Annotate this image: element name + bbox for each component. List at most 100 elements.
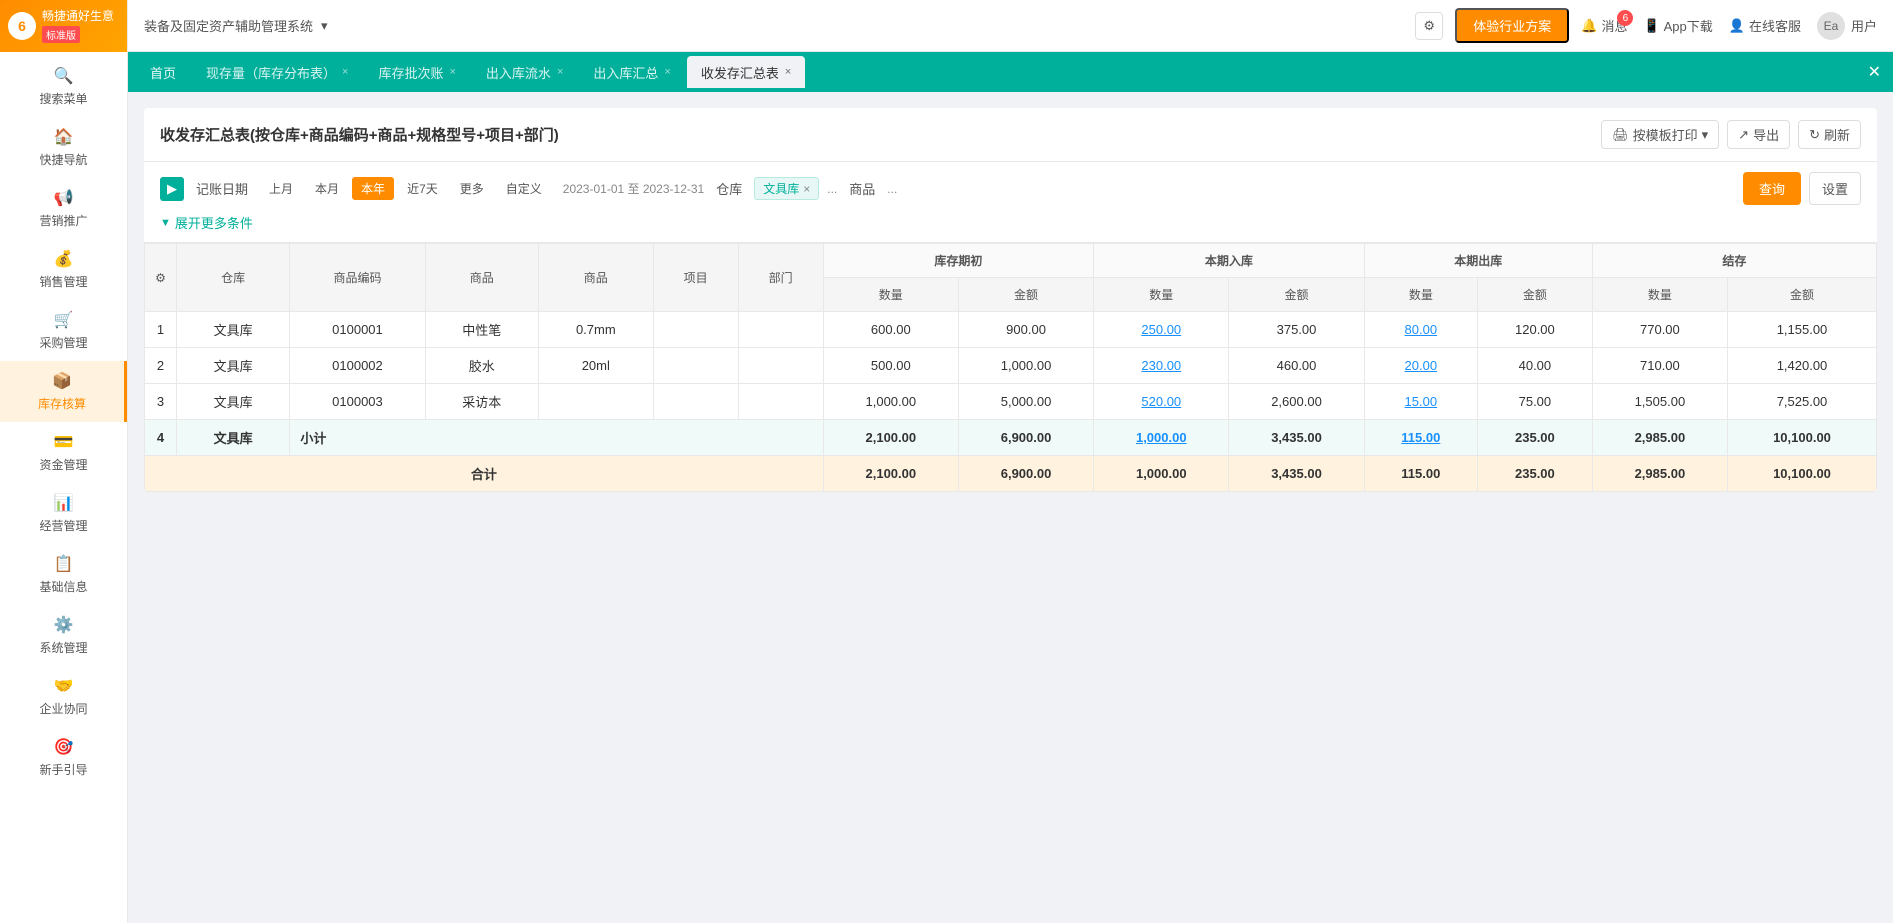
col-opening-amt: 金额 bbox=[958, 278, 1093, 312]
row1-out-amt: 120.00 bbox=[1478, 312, 1593, 348]
subtotal-warehouse: 文具库 bbox=[177, 420, 290, 456]
row2-out-qty[interactable]: 20.00 bbox=[1364, 348, 1477, 384]
filter-collapse-button[interactable]: ▶ bbox=[160, 177, 184, 201]
row3-out-amt: 75.00 bbox=[1478, 384, 1593, 420]
sidebar-item-purchase-label: 采购管理 bbox=[39, 334, 87, 351]
row3-in-qty[interactable]: 520.00 bbox=[1094, 384, 1229, 420]
row3-warehouse: 文具库 bbox=[177, 384, 290, 420]
page-title: 收发存汇总表(按仓库+商品编码+商品+规格型号+项目+部门) bbox=[160, 124, 559, 145]
row1-in-qty[interactable]: 250.00 bbox=[1094, 312, 1229, 348]
notifications-button[interactable]: 🔔 消息 6 bbox=[1581, 16, 1627, 35]
sidebar-item-enterprise[interactable]: 🤝 企业协同 bbox=[0, 666, 127, 727]
subtotal-out-qty[interactable]: 115.00 bbox=[1364, 420, 1477, 456]
date-btn-this-year[interactable]: 本年 bbox=[352, 177, 394, 200]
goods-more-btn[interactable]: ... bbox=[887, 182, 897, 196]
row1-close-qty: 770.00 bbox=[1592, 312, 1727, 348]
main-table: ⚙ 仓库 商品编码 商品 商品 项目 部门 库存期初 本期入库 本期出库 结存 … bbox=[144, 243, 1877, 492]
sidebar-item-enterprise-label: 企业协同 bbox=[39, 700, 87, 717]
row3-open-qty: 1,000.00 bbox=[823, 384, 958, 420]
warehouse-tag[interactable]: 文具库 × bbox=[754, 177, 819, 200]
tab-in-out-flow[interactable]: 出入库流水 × bbox=[472, 56, 577, 88]
sidebar-item-finance[interactable]: 💳 资金管理 bbox=[0, 422, 127, 483]
row1-in-amt: 375.00 bbox=[1229, 312, 1364, 348]
tab-home[interactable]: 首页 bbox=[136, 56, 190, 88]
warehouse-more-btn[interactable]: ... bbox=[827, 182, 837, 196]
subtotal-label: 小计 bbox=[290, 420, 823, 456]
filter-bar: ▶ 记账日期 上月 本月 本年 近7天 更多 自定义 2023-01-01 至 … bbox=[144, 162, 1877, 243]
finance-icon: 💳 bbox=[54, 432, 74, 452]
sidebar-item-inventory[interactable]: 📦 库存核算 bbox=[0, 361, 127, 422]
col-project-header: 项目 bbox=[653, 244, 738, 312]
tab-in-out-summary-close[interactable]: × bbox=[664, 66, 670, 78]
tab-stock-dist-close[interactable]: × bbox=[342, 66, 348, 78]
date-btn-last-month[interactable]: 上月 bbox=[260, 177, 302, 200]
gear-icon: ⚙ bbox=[1423, 18, 1435, 34]
tab-recv-send-summary-close[interactable]: × bbox=[785, 66, 791, 78]
export-button[interactable]: ↗ 导出 bbox=[1727, 120, 1790, 149]
col-closing-header: 结存 bbox=[1592, 244, 1876, 278]
col-settings[interactable]: ⚙ bbox=[145, 244, 177, 312]
subtotal-close-qty: 2,985.00 bbox=[1592, 420, 1727, 456]
row1-open-amt: 900.00 bbox=[958, 312, 1093, 348]
tab-batch-ledger-close[interactable]: × bbox=[449, 66, 455, 78]
sidebar-item-quick-nav[interactable]: 🏠 快捷导航 bbox=[0, 117, 127, 178]
trial-button[interactable]: 体验行业方案 bbox=[1455, 8, 1569, 43]
sidebar-item-purchase[interactable]: 🛒 采购管理 bbox=[0, 300, 127, 361]
topbar-settings-button[interactable]: ⚙ bbox=[1415, 12, 1443, 40]
tab-recv-send-summary[interactable]: 收发存汇总表 × bbox=[687, 56, 805, 88]
search-button[interactable]: 查询 bbox=[1743, 172, 1801, 205]
tabbar-close-all[interactable]: ✕ bbox=[1864, 58, 1885, 86]
date-btn-more[interactable]: 更多 bbox=[451, 177, 493, 200]
export-icon: ↗ bbox=[1738, 127, 1749, 143]
row2-goods-spec: 20ml bbox=[538, 348, 653, 384]
row1-goods-spec: 0.7mm bbox=[538, 312, 653, 348]
enterprise-icon: 🤝 bbox=[54, 676, 74, 696]
date-filter-label: 记账日期 bbox=[196, 179, 248, 198]
sidebar-item-operations[interactable]: 📊 经营管理 bbox=[0, 483, 127, 544]
subtotal-in-amt: 3,435.00 bbox=[1229, 420, 1364, 456]
warehouse-tag-close[interactable]: × bbox=[803, 182, 810, 196]
row3-out-qty[interactable]: 15.00 bbox=[1364, 384, 1477, 420]
date-btn-this-month[interactable]: 本月 bbox=[306, 177, 348, 200]
sidebar-item-basic-info[interactable]: 📋 基础信息 bbox=[0, 544, 127, 605]
app-download-button[interactable]: 📱 App下载 bbox=[1643, 16, 1712, 35]
refresh-button[interactable]: ↻ 刷新 bbox=[1798, 120, 1861, 149]
sidebar-item-sales[interactable]: 💰 销售管理 bbox=[0, 239, 127, 300]
main-area: 装备及固定资产辅助管理系统 ▾ ⚙ 体验行业方案 🔔 消息 6 📱 App下载 … bbox=[128, 0, 1893, 923]
table-container: ⚙ 仓库 商品编码 商品 商品 项目 部门 库存期初 本期入库 本期出库 结存 … bbox=[144, 243, 1877, 492]
sidebar-item-newbie-label: 新手引导 bbox=[39, 761, 87, 778]
tabbar: 首页 现存量（库存分布表） × 库存批次账 × 出入库流水 × 出入库汇总 × … bbox=[128, 52, 1893, 92]
row2-out-amt: 40.00 bbox=[1478, 348, 1593, 384]
sidebar-item-search-label: 搜索菜单 bbox=[39, 90, 87, 107]
sidebar-item-finance-label: 资金管理 bbox=[39, 456, 87, 473]
table-row: 3 文具库 0100003 采访本 1,000.00 5,000.00 520.… bbox=[145, 384, 1877, 420]
row1-out-qty[interactable]: 80.00 bbox=[1364, 312, 1477, 348]
date-btn-7days[interactable]: 近7天 bbox=[398, 177, 447, 200]
template-print-button[interactable]: 🖨 按模板打印 ▾ bbox=[1601, 120, 1719, 149]
date-btn-custom[interactable]: 自定义 bbox=[497, 177, 551, 200]
col-in-qty: 数量 bbox=[1094, 278, 1229, 312]
row1-close-amt: 1,155.00 bbox=[1728, 312, 1877, 348]
row2-goods-name: 胶水 bbox=[425, 348, 538, 384]
row3-open-amt: 5,000.00 bbox=[958, 384, 1093, 420]
user-menu[interactable]: Ea 用户 bbox=[1817, 12, 1877, 40]
row2-in-qty[interactable]: 230.00 bbox=[1094, 348, 1229, 384]
sidebar-item-newbie[interactable]: 🎯 新手引导 bbox=[0, 727, 127, 788]
sidebar-item-marketing[interactable]: 📢 营销推广 bbox=[0, 178, 127, 239]
sidebar-item-search[interactable]: 🔍 搜索菜单 bbox=[0, 56, 127, 117]
tab-in-out-summary[interactable]: 出入库汇总 × bbox=[579, 56, 684, 88]
row3-project bbox=[653, 384, 738, 420]
online-service-button[interactable]: 👤 在线客服 bbox=[1729, 16, 1801, 35]
filter-expand-button[interactable]: ▼ 展开更多条件 bbox=[160, 213, 1861, 232]
row3-close-amt: 7,525.00 bbox=[1728, 384, 1877, 420]
subtotal-in-qty[interactable]: 1,000.00 bbox=[1094, 420, 1229, 456]
total-in-qty: 1,000.00 bbox=[1094, 456, 1229, 492]
col-goods-code-header: 商品编码 bbox=[290, 244, 425, 312]
tab-batch-ledger[interactable]: 库存批次账 × bbox=[364, 56, 469, 88]
sidebar-item-system[interactable]: ⚙️ 系统管理 bbox=[0, 605, 127, 666]
tab-in-out-flow-close[interactable]: × bbox=[557, 66, 563, 78]
filter-settings-button[interactable]: 设置 bbox=[1809, 172, 1861, 205]
sidebar-app-tag: 标准版 bbox=[42, 26, 80, 43]
system-dropdown-icon[interactable]: ▾ bbox=[321, 18, 328, 34]
tab-stock-dist[interactable]: 现存量（库存分布表） × bbox=[192, 56, 362, 88]
